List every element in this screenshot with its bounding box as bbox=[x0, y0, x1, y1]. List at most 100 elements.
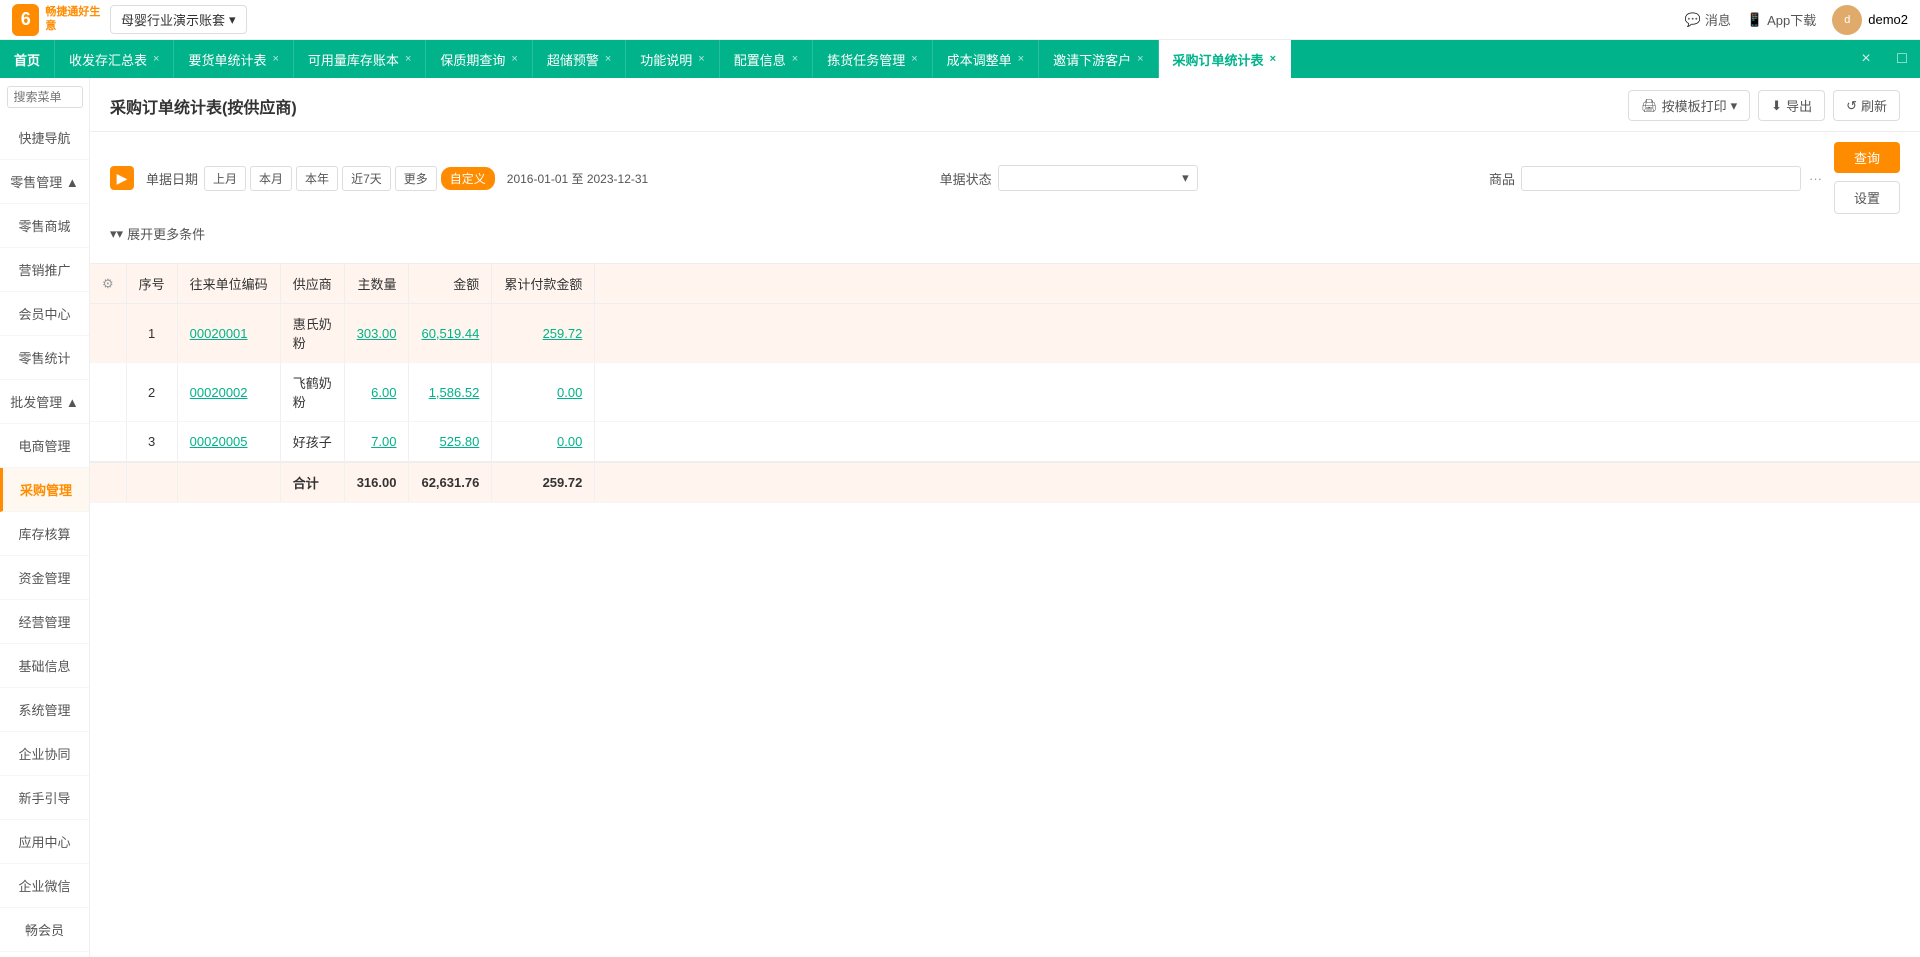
nav-tab-7[interactable]: 配置信息× bbox=[720, 40, 813, 78]
row-amount-link-2[interactable]: 525.80 bbox=[440, 434, 480, 449]
nav-tab-9[interactable]: 成本调整单× bbox=[933, 40, 1039, 78]
nav-tab-close-5[interactable]: × bbox=[605, 53, 611, 65]
nav-tab-5[interactable]: 超储预警 × bbox=[533, 40, 626, 78]
row-paid-link-1[interactable]: 0.00 bbox=[557, 385, 582, 400]
status-select[interactable]: ▾ bbox=[998, 165, 1198, 191]
app-download-button[interactable]: 📱 App下载 bbox=[1747, 10, 1816, 29]
date-btn-this-year[interactable]: 本年 bbox=[296, 166, 338, 191]
date-btn-custom[interactable]: 自定义 bbox=[441, 167, 495, 190]
nav-tab-close-10[interactable]: × bbox=[1137, 53, 1143, 65]
nav-tab-0[interactable]: 首页 bbox=[0, 40, 55, 78]
column-settings-icon[interactable]: ⚙ bbox=[102, 276, 114, 291]
nav-tab-close-9[interactable]: × bbox=[1018, 53, 1024, 65]
message-button[interactable]: 💬 消息 bbox=[1685, 10, 1731, 29]
nav-tab-close-6[interactable]: × bbox=[698, 53, 704, 65]
row-qty-link-1[interactable]: 6.00 bbox=[371, 385, 396, 400]
date-btn-this-month[interactable]: 本月 bbox=[250, 166, 292, 191]
sidebar-item-12[interactable]: 经营管理 bbox=[0, 600, 89, 644]
nav-tab-2[interactable]: 要货单统计表× bbox=[174, 40, 293, 78]
sidebar-item-16[interactable]: 新手引导 bbox=[0, 776, 89, 820]
settings-button[interactable]: 设置 bbox=[1834, 181, 1900, 214]
sidebar-item-8[interactable]: 电商管理 bbox=[0, 424, 89, 468]
expand-more-row: ▾▾ 展开更多条件 bbox=[110, 214, 1900, 253]
sidebar-item-13[interactable]: 基础信息 bbox=[0, 644, 89, 688]
goods-input[interactable] bbox=[1521, 166, 1801, 191]
row-amount-link-0[interactable]: 60,519.44 bbox=[421, 326, 479, 341]
page-header: 采购订单统计表(按供应商) 🖨 按模板打印 ▾ ⬇ 导出 ↺ 刷新 bbox=[90, 78, 1920, 132]
nav-tab-close-1[interactable]: × bbox=[153, 53, 159, 65]
nav-tab-close-4[interactable]: × bbox=[511, 53, 517, 65]
sidebar-item-14[interactable]: 系统管理 bbox=[0, 688, 89, 732]
row-code-link-1[interactable]: 00020002 bbox=[190, 385, 248, 400]
table-container: ⚙ 序号 往来单位编码 供应商 主数量 金额 累计付款金额 1 0002 bbox=[90, 264, 1920, 957]
logo-char: 6 bbox=[21, 9, 31, 30]
expand-more-button[interactable]: ▾▾ 展开更多条件 bbox=[110, 218, 1900, 249]
row-supplier-1: 飞鹤奶粉 bbox=[280, 363, 344, 422]
date-btn-more[interactable]: 更多 bbox=[395, 166, 437, 191]
user-avatar-area[interactable]: d demo2 bbox=[1832, 5, 1908, 35]
nav-tab-label-3: 可用量库存账本 bbox=[308, 50, 399, 69]
row-supplier-0: 惠氏奶粉 bbox=[280, 304, 344, 363]
export-icon: ⬇ bbox=[1771, 98, 1782, 114]
print-icon: 🖨 bbox=[1641, 98, 1658, 114]
date-btn-last-month[interactable]: 上月 bbox=[204, 166, 246, 191]
sidebar-item-7[interactable]: 批发管理 ▲ bbox=[0, 380, 89, 424]
nav-close-button[interactable]: × bbox=[1848, 40, 1884, 78]
refresh-button[interactable]: ↺ 刷新 bbox=[1833, 90, 1900, 121]
footer-amount: 62,631.76 bbox=[421, 475, 479, 490]
search-input[interactable] bbox=[7, 86, 83, 108]
sidebar-item-9[interactable]: 采购管理 bbox=[0, 468, 89, 512]
sidebar-item-3[interactable]: 零售商城 bbox=[0, 204, 89, 248]
expand-icon: ▾▾ bbox=[110, 226, 123, 242]
nav-tab-close-11[interactable]: × bbox=[1270, 53, 1276, 65]
row-qty-link-0[interactable]: 303.00 bbox=[357, 326, 397, 341]
nav-tab-label-1: 收发存汇总表 bbox=[69, 50, 147, 69]
row-empty-0 bbox=[595, 304, 1920, 363]
date-btn-7days[interactable]: 近7天 bbox=[342, 166, 391, 191]
nav-tab-4[interactable]: 保质期查询× bbox=[426, 40, 532, 78]
sidebar-item-17[interactable]: 应用中心 bbox=[0, 820, 89, 864]
header-actions: 🖨 按模板打印 ▾ ⬇ 导出 ↺ 刷新 bbox=[1628, 90, 1900, 121]
refresh-icon: ↺ bbox=[1846, 98, 1857, 114]
sidebar-item-18[interactable]: 企业微信 bbox=[0, 864, 89, 908]
nav-tab-6[interactable]: 功能说明× bbox=[626, 40, 719, 78]
search-button[interactable]: 查询 bbox=[1834, 142, 1900, 173]
nav-tab-3[interactable]: 可用量库存账本 × bbox=[294, 40, 426, 78]
row-paid-link-2[interactable]: 0.00 bbox=[557, 434, 582, 449]
nav-tab-8[interactable]: 拣货任务管理× bbox=[813, 40, 932, 78]
row-amount-link-1[interactable]: 1,586.52 bbox=[429, 385, 480, 400]
row-code-link-0[interactable]: 00020001 bbox=[190, 326, 248, 341]
row-paid-link-0[interactable]: 259.72 bbox=[543, 326, 583, 341]
sidebar-item-10[interactable]: 库存核算 bbox=[0, 512, 89, 556]
sidebar-item-15[interactable]: 企业协同 bbox=[0, 732, 89, 776]
sidebar-item-1[interactable]: 快捷导航 bbox=[0, 116, 89, 160]
nav-tab-close-7[interactable]: × bbox=[792, 53, 798, 65]
nav-maximize-button[interactable]: □ bbox=[1884, 40, 1920, 78]
nav-tab-11[interactable]: 采购订单统计表× bbox=[1159, 40, 1291, 78]
row-empty-1 bbox=[595, 363, 1920, 422]
industry-selector[interactable]: 母婴行业演示账套 ▾ bbox=[110, 5, 247, 34]
goods-more-icon[interactable]: ··· bbox=[1809, 171, 1822, 186]
nav-tab-close-2[interactable]: × bbox=[272, 53, 278, 65]
sidebar-item-11[interactable]: 资金管理 bbox=[0, 556, 89, 600]
filter-toggle-button[interactable]: ▶ bbox=[110, 166, 134, 190]
avatar: d bbox=[1832, 5, 1862, 35]
nav-tab-label-5: 超储预警 bbox=[547, 50, 599, 69]
print-button[interactable]: 🖨 按模板打印 ▾ bbox=[1628, 90, 1750, 121]
row-qty-link-2[interactable]: 7.00 bbox=[371, 434, 396, 449]
sidebar-item-5[interactable]: 会员中心 bbox=[0, 292, 89, 336]
row-settings-1 bbox=[90, 363, 126, 422]
table-body: 1 00020001 惠氏奶粉 303.00 60,519.44 259.72 … bbox=[90, 304, 1920, 463]
nav-tab-close-3[interactable]: × bbox=[405, 53, 411, 65]
sidebar-item-4[interactable]: 营销推广 bbox=[0, 248, 89, 292]
row-code-link-2[interactable]: 00020005 bbox=[190, 434, 248, 449]
nav-tab-1[interactable]: 收发存汇总表 × bbox=[55, 40, 174, 78]
sidebar-item-2[interactable]: 零售管理 ▲ bbox=[0, 160, 89, 204]
row-paid-1: 0.00 bbox=[492, 363, 595, 422]
footer-paid: 259.72 bbox=[543, 475, 583, 490]
nav-tab-close-8[interactable]: × bbox=[911, 53, 917, 65]
sidebar-item-19[interactable]: 畅会员 bbox=[0, 908, 89, 952]
export-button[interactable]: ⬇ 导出 bbox=[1758, 90, 1825, 121]
sidebar-item-6[interactable]: 零售统计 bbox=[0, 336, 89, 380]
nav-tab-10[interactable]: 邀请下游客户× bbox=[1039, 40, 1158, 78]
